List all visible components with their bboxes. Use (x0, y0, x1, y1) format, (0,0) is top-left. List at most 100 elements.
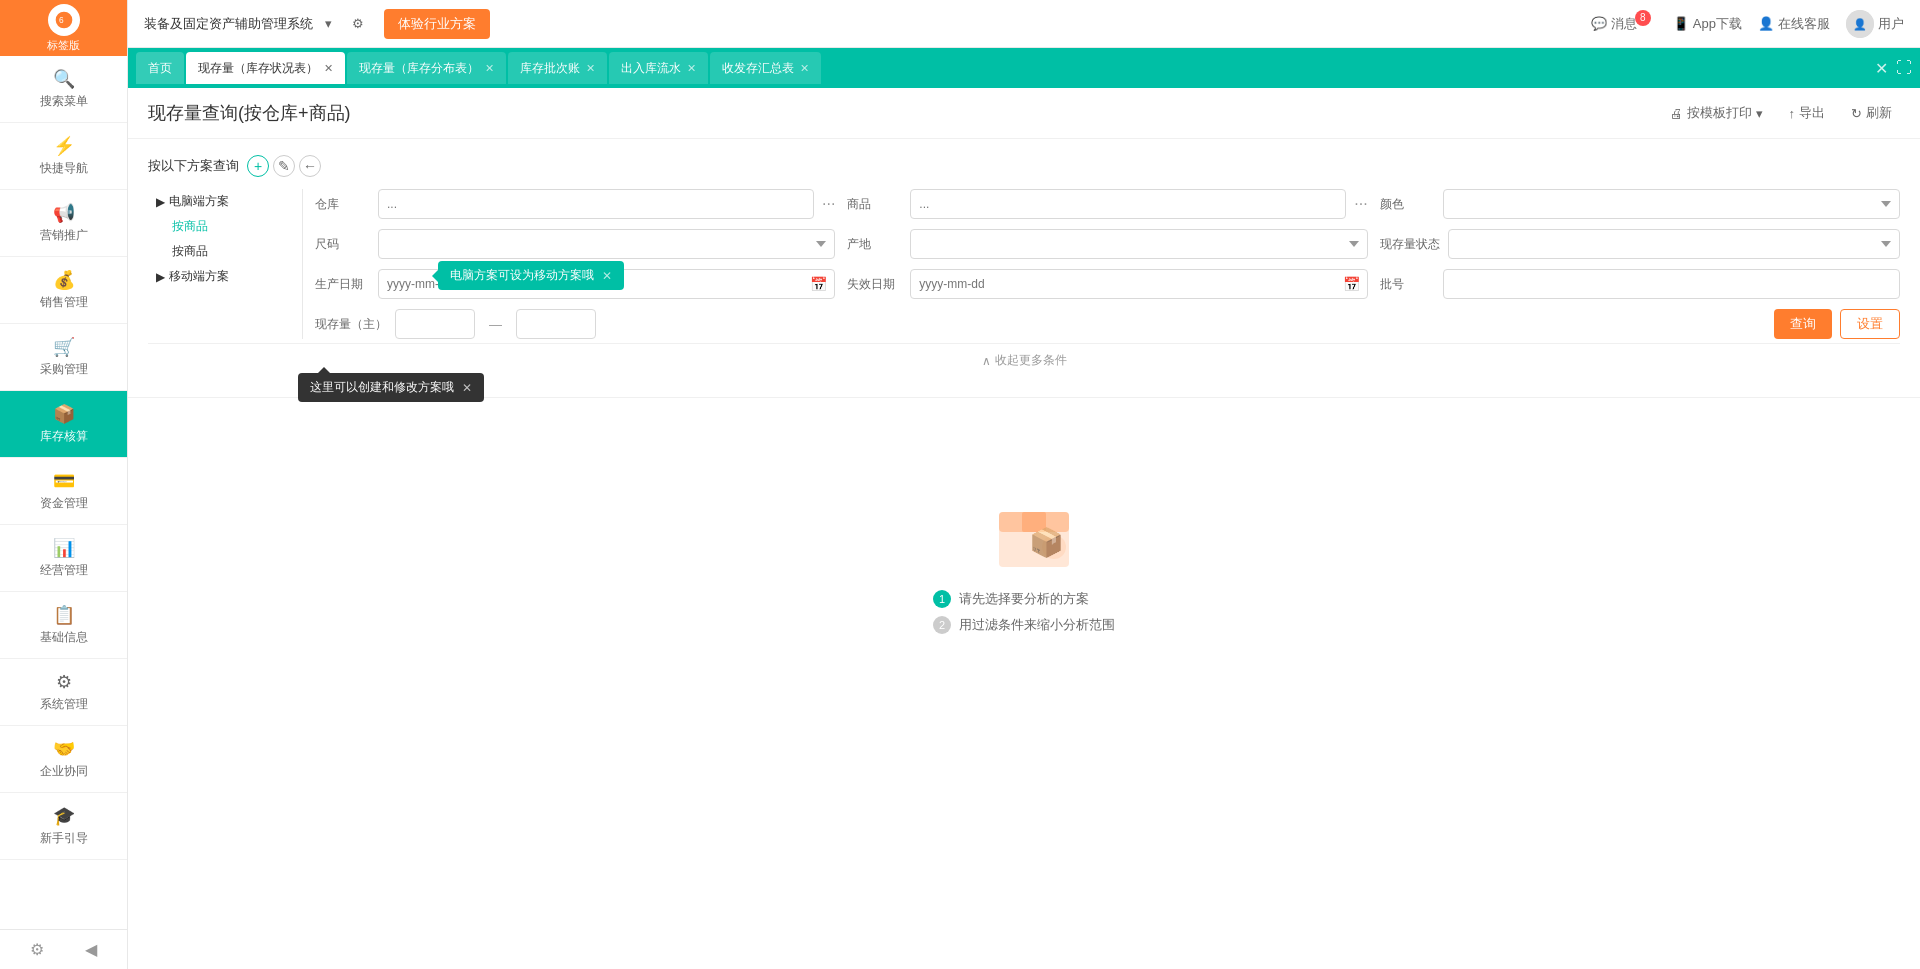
system-dropdown[interactable]: ▾ (325, 16, 332, 31)
warehouse-input[interactable] (378, 189, 814, 219)
sidebar-item-guide[interactable]: 🎓 新手引导 (0, 793, 127, 860)
sidebar-item-operations[interactable]: 📊 经营管理 (0, 525, 127, 592)
close-tab-inventory-status[interactable]: ✕ (324, 62, 333, 75)
sidebar-item-label-finance: 资金管理 (40, 495, 88, 512)
batch-label: 批号 (1380, 276, 1435, 293)
collapse-label: 收起更多条件 (995, 352, 1067, 369)
close-tab-inventory-dist[interactable]: ✕ (485, 62, 494, 75)
settings-button[interactable]: ⚙ (344, 10, 372, 38)
sidebar-item-enterprise[interactable]: 🤝 企业协同 (0, 726, 127, 793)
print-icon: 🖨 (1670, 106, 1683, 121)
sidebar-item-system[interactable]: ⚙ 系统管理 (0, 659, 127, 726)
tab-fullscreen-btn[interactable]: ⛶ (1896, 59, 1912, 77)
search-button[interactable]: 查询 (1774, 309, 1832, 339)
main-area: 装备及固定资产辅助管理系统 ▾ ⚙ 体验行业方案 💬 消息 8 📱 App下载 … (128, 0, 1920, 969)
inventory-status-select[interactable] (1448, 229, 1900, 259)
print-button[interactable]: 🖨 按模板打印 ▾ (1662, 100, 1771, 126)
online-service-label: 在线客服 (1778, 15, 1830, 33)
tab-in-out-flow[interactable]: 出入库流水 ✕ (609, 52, 708, 84)
svg-text:📦: 📦 (1029, 526, 1064, 559)
messages-button[interactable]: 💬 消息 8 (1591, 15, 1657, 33)
tab-inventory-dist[interactable]: 现存量（库存分布表） ✕ (347, 52, 506, 84)
inventory-main-min[interactable] (395, 309, 475, 339)
user-menu[interactable]: 👤 用户 (1846, 10, 1904, 38)
tab-inventory-status[interactable]: 现存量（库存状况表） ✕ (186, 52, 345, 84)
tabs-bar: 首页 现存量（库存状况表） ✕ 现存量（库存分布表） ✕ 库存批次账 ✕ 出入库… (128, 48, 1920, 88)
quick-nav-icon: ⚡ (53, 135, 75, 157)
edit-scheme-btn[interactable]: ✎ (273, 155, 295, 177)
close-tab-receive-summary[interactable]: ✕ (800, 62, 809, 75)
sidebar-item-label-guide: 新手引导 (40, 830, 88, 847)
export-button[interactable]: ↑ 导出 (1781, 100, 1834, 126)
production-date-icon[interactable]: 📅 (810, 276, 827, 292)
filter-goods: 商品 ··· (847, 189, 1367, 219)
goods-dots-icon[interactable]: ··· (1354, 195, 1367, 213)
system-title: 装备及固定资产辅助管理系统 (144, 15, 313, 33)
filter-warehouse: 仓库 ··· (315, 189, 835, 219)
size-select[interactable] (378, 229, 835, 259)
avatar: 👤 (1846, 10, 1874, 38)
sidebar-item-inventory[interactable]: 📦 库存核算 (0, 391, 127, 458)
warehouse-dots-icon[interactable]: ··· (822, 195, 835, 213)
message-icon: 💬 (1591, 16, 1607, 31)
sidebar-item-basic-info[interactable]: 📋 基础信息 (0, 592, 127, 659)
close-tab-batch-account[interactable]: ✕ (586, 62, 595, 75)
batch-input[interactable] (1443, 269, 1900, 299)
color-select[interactable] (1443, 189, 1900, 219)
tab-in-out-flow-label: 出入库流水 (621, 60, 681, 77)
sidebar-item-marketing[interactable]: 📢 营销推广 (0, 190, 127, 257)
refresh-label: 刷新 (1866, 104, 1892, 122)
filter-inventory-main: 现存量（主） — (315, 309, 596, 339)
sidebar-item-label-operations: 经营管理 (40, 562, 88, 579)
sidebar: 6 标签版 🔍 搜索菜单 ⚡ 快捷导航 📢 营销推广 💰 销售管理 🛒 采购管理… (0, 0, 128, 969)
app-download-button[interactable]: 📱 App下载 (1673, 15, 1742, 33)
goods-input[interactable] (910, 189, 1346, 219)
scheme-desktop-item-1[interactable]: 按商品 (164, 214, 294, 239)
reset-button[interactable]: 设置 (1840, 309, 1900, 339)
step-1-text: 请先选择要分析的方案 (959, 590, 1089, 608)
sidebar-settings-btn[interactable]: ⚙ (30, 940, 44, 959)
search-icon: 🔍 (53, 68, 75, 90)
operations-icon: 📊 (53, 537, 75, 559)
messages-label: 消息 (1611, 15, 1637, 33)
sidebar-item-label-inventory: 库存核算 (40, 428, 88, 445)
origin-select[interactable] (910, 229, 1367, 259)
empty-state-icon: 📦 (974, 482, 1074, 562)
sidebar-item-search[interactable]: 🔍 搜索菜单 (0, 56, 127, 123)
sidebar-item-purchase[interactable]: 🛒 采购管理 (0, 324, 127, 391)
tab-receive-summary[interactable]: 收发存汇总表 ✕ (710, 52, 821, 84)
add-scheme-btn[interactable]: + (247, 155, 269, 177)
expiry-date-icon[interactable]: 📅 (1343, 276, 1360, 292)
back-scheme-btn[interactable]: ← (299, 155, 321, 177)
tab-batch-account[interactable]: 库存批次账 ✕ (508, 52, 607, 84)
expiry-date-input[interactable] (910, 269, 1367, 299)
collapse-button[interactable]: ∧ 收起更多条件 (982, 352, 1067, 369)
inventory-main-label: 现存量（主） (315, 316, 387, 333)
tab-home[interactable]: 首页 (136, 52, 184, 84)
sidebar-collapse-btn[interactable]: ◀ (85, 940, 97, 959)
scheme-desktop-header[interactable]: ▶ 电脑端方案 (148, 189, 294, 214)
sidebar-item-sales[interactable]: 💰 销售管理 (0, 257, 127, 324)
sidebar-footer: ⚙ ◀ (0, 929, 127, 969)
scheme-mobile-header[interactable]: ▶ 移动端方案 (148, 264, 294, 289)
tab-inventory-dist-label: 现存量（库存分布表） (359, 60, 479, 77)
empty-state: 📦 1 请先选择要分析的方案 2 用过滤条件来缩小分析范围 (128, 402, 1920, 714)
refresh-button[interactable]: ↻ 刷新 (1843, 100, 1900, 126)
app-logo-icon: 6 (48, 4, 80, 36)
sidebar-item-finance[interactable]: 💳 资金管理 (0, 458, 127, 525)
sidebar-item-quick-nav[interactable]: ⚡ 快捷导航 (0, 123, 127, 190)
inventory-main-max[interactable] (516, 309, 596, 339)
page-title: 现存量查询(按仓库+商品) (148, 101, 351, 125)
filter-row-2: 尺码 产地 现存量状态 (315, 229, 1900, 259)
create-tooltip-close[interactable]: ✕ (462, 381, 472, 395)
trial-button[interactable]: 体验行业方案 (384, 9, 490, 39)
page-header: 现存量查询(按仓库+商品) 🖨 按模板打印 ▾ ↑ 导出 ↻ 刷新 (128, 88, 1920, 139)
sidebar-item-label-enterprise: 企业协同 (40, 763, 88, 780)
chevron-right-icon-mobile: ▶ (156, 270, 165, 284)
online-service-button[interactable]: 👤 在线客服 (1758, 15, 1830, 33)
scheme-desktop-item-2[interactable]: 按商品 (164, 239, 294, 264)
close-tab-in-out-flow[interactable]: ✕ (687, 62, 696, 75)
tab-close-all-btn[interactable]: ✕ (1875, 59, 1888, 78)
scheme-tooltip-close[interactable]: ✕ (602, 269, 612, 283)
filter-action-btns: 查询 设置 (1774, 309, 1900, 339)
